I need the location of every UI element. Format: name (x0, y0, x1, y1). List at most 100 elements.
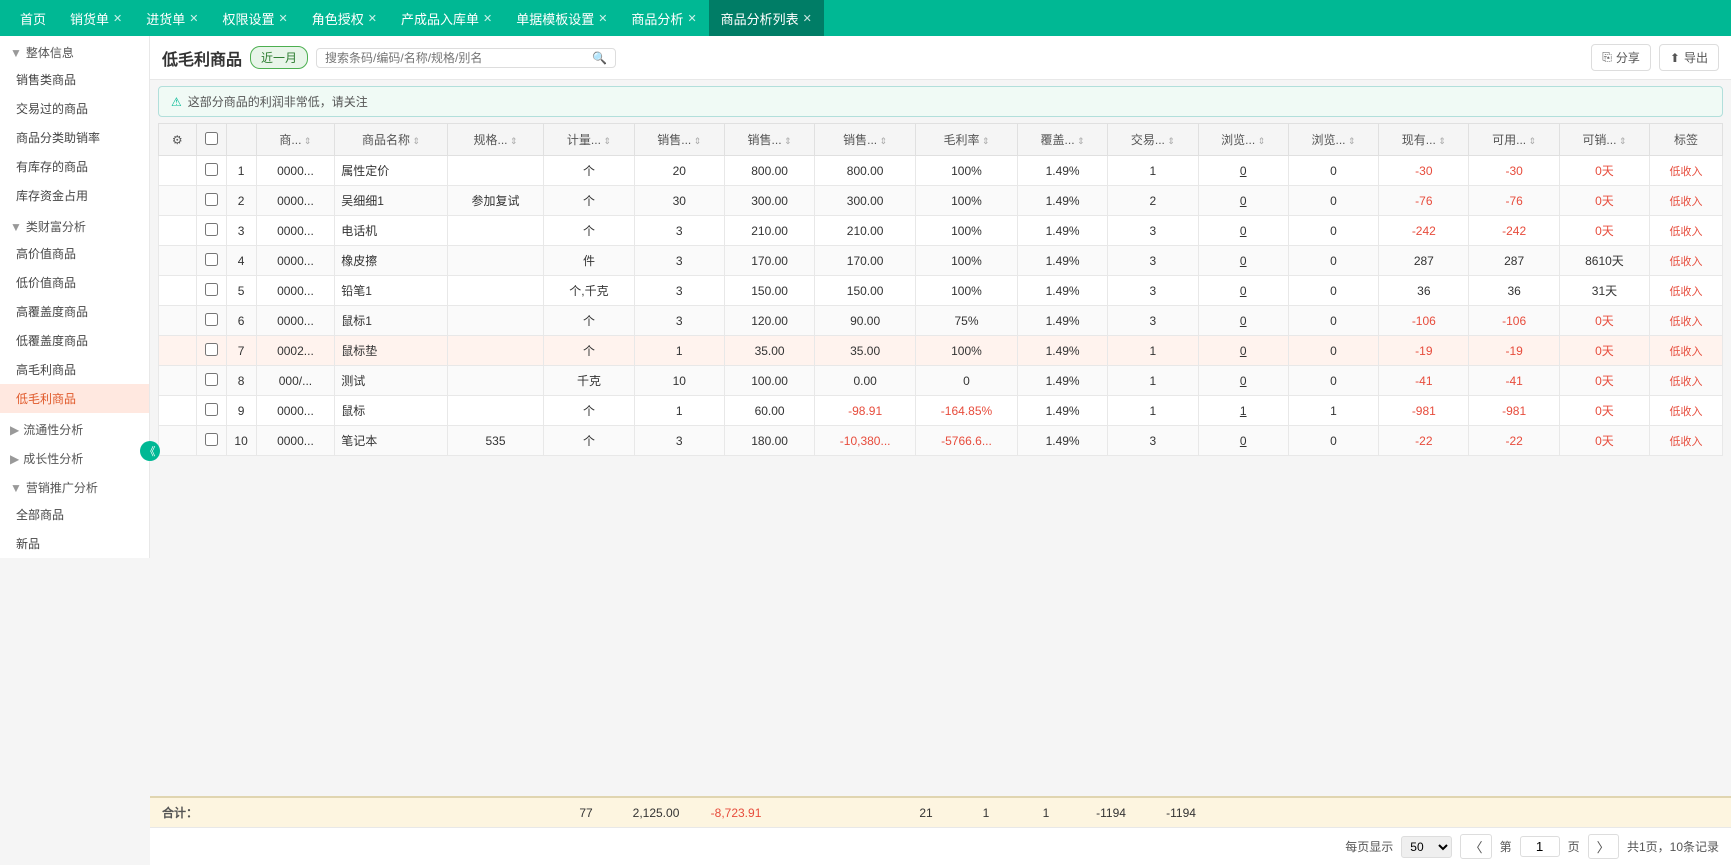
close-icon[interactable]: ✕ (803, 12, 812, 25)
share-button[interactable]: ⎘ 分享 (1591, 44, 1651, 71)
cell-checkbox[interactable] (196, 306, 226, 336)
close-icon[interactable]: ✕ (368, 12, 377, 25)
cell-views1[interactable]: 0 (1198, 216, 1288, 246)
cell-unit: 个 (544, 156, 634, 186)
row-checkbox[interactable] (205, 223, 218, 236)
nav-permission[interactable]: 权限设置 ✕ (210, 0, 299, 36)
col-code[interactable]: 商... (256, 124, 335, 156)
col-settings[interactable]: ⚙ (159, 124, 197, 156)
cell-checkbox[interactable] (196, 426, 226, 456)
cell-checkbox[interactable] (196, 276, 226, 306)
col-views1[interactable]: 浏览... (1198, 124, 1288, 156)
cell-tag: 低收入 (1650, 306, 1723, 336)
col-views2[interactable]: 浏览... (1288, 124, 1378, 156)
nav-template-settings[interactable]: 单据模板设置 ✕ (504, 0, 619, 36)
sidebar-item-traded-goods[interactable]: 交易过的商品 (0, 94, 149, 123)
col-tag[interactable]: 标签 (1650, 124, 1723, 156)
cell-views1[interactable]: 0 (1198, 426, 1288, 456)
sidebar-group-marketing[interactable]: ▼ 营销推广分析 (0, 471, 149, 500)
search-input[interactable] (325, 51, 592, 65)
cell-spec (447, 246, 544, 276)
row-checkbox[interactable] (205, 403, 218, 416)
filter-button[interactable]: 近一月 (250, 46, 308, 69)
cell-views1[interactable]: 1 (1198, 396, 1288, 426)
close-icon[interactable]: ✕ (687, 12, 696, 25)
sidebar-item-new-goods[interactable]: 新品 (0, 529, 149, 558)
col-coverage[interactable]: 覆盖... (1017, 124, 1107, 156)
col-sales-profit[interactable]: 销售... (815, 124, 916, 156)
next-page-button[interactable]: 〉 (1588, 834, 1619, 859)
col-name[interactable]: 商品名称 (335, 124, 447, 156)
page-number-input[interactable] (1520, 836, 1560, 857)
row-checkbox[interactable] (205, 343, 218, 356)
cell-checkbox[interactable] (196, 216, 226, 246)
col-spec[interactable]: 规格... (447, 124, 544, 156)
cell-checkbox[interactable] (196, 156, 226, 186)
col-checkbox[interactable] (196, 124, 226, 156)
cell-views1[interactable]: 0 (1198, 366, 1288, 396)
cell-views1[interactable]: 0 (1198, 246, 1288, 276)
row-checkbox[interactable] (205, 433, 218, 446)
col-sales-price[interactable]: 销售... (724, 124, 814, 156)
sidebar-item-high-value[interactable]: 高价值商品 (0, 239, 149, 268)
close-icon[interactable]: ✕ (483, 12, 492, 25)
row-checkbox[interactable] (205, 313, 218, 326)
nav-role-auth[interactable]: 角色授权 ✕ (300, 0, 389, 36)
row-checkbox[interactable] (205, 373, 218, 386)
cell-views1[interactable]: 0 (1198, 156, 1288, 186)
sidebar-group-wealth[interactable]: ▼ 类财富分析 (0, 210, 149, 239)
cell-views1[interactable]: 0 (1198, 186, 1288, 216)
col-sellable[interactable]: 可销... (1559, 124, 1649, 156)
nav-product-analysis[interactable]: 商品分析 ✕ (619, 0, 708, 36)
close-icon[interactable]: ✕ (279, 12, 288, 25)
cell-checkbox[interactable] (196, 246, 226, 276)
col-unit[interactable]: 计量... (544, 124, 634, 156)
export-button[interactable]: ⬆ 导出 (1659, 44, 1719, 71)
search-box: 🔍 (316, 48, 616, 68)
sidebar-item-sales-goods[interactable]: 销售类商品 (0, 65, 149, 94)
sidebar-item-all-goods[interactable]: 全部商品 (0, 500, 149, 529)
sidebar-item-high-coverage[interactable]: 高覆盖度商品 (0, 297, 149, 326)
close-icon[interactable]: ✕ (113, 12, 122, 25)
cell-views2: 0 (1288, 216, 1378, 246)
sidebar-item-low-value[interactable]: 低价值商品 (0, 268, 149, 297)
select-all-checkbox[interactable] (205, 132, 218, 145)
cell-no: 7 (226, 336, 256, 366)
nav-product-analysis-list[interactable]: 商品分析列表 ✕ (709, 0, 824, 36)
cell-views1[interactable]: 0 (1198, 336, 1288, 366)
row-checkbox[interactable] (205, 163, 218, 176)
search-icon[interactable]: 🔍 (592, 51, 607, 65)
sidebar-group-circulation[interactable]: ▶ 流通性分析 (0, 413, 149, 442)
sidebar-item-low-coverage[interactable]: 低覆盖度商品 (0, 326, 149, 355)
col-current-stock[interactable]: 现有... (1379, 124, 1469, 156)
col-transactions[interactable]: 交易... (1108, 124, 1198, 156)
sidebar-collapse-button[interactable]: 《 (140, 441, 160, 461)
sidebar-item-high-profit[interactable]: 高毛利商品 (0, 355, 149, 384)
prev-page-button[interactable]: 〈 (1460, 834, 1491, 859)
row-checkbox[interactable] (205, 193, 218, 206)
nav-product-inbound[interactable]: 产成品入库单 ✕ (389, 0, 504, 36)
cell-views1[interactable]: 0 (1198, 276, 1288, 306)
sidebar-item-stock-capital[interactable]: 库存资金占用 (0, 181, 149, 210)
cell-checkbox[interactable] (196, 396, 226, 426)
cell-checkbox[interactable] (196, 186, 226, 216)
col-available[interactable]: 可用... (1469, 124, 1559, 156)
col-sales-qty[interactable]: 销售... (634, 124, 724, 156)
sidebar-group-growth[interactable]: ▶ 成长性分析 (0, 442, 149, 471)
close-icon[interactable]: ✕ (189, 12, 198, 25)
sidebar-item-category-sales-rate[interactable]: 商品分类助销率 (0, 123, 149, 152)
sidebar-item-low-profit[interactable]: 低毛利商品 (0, 384, 149, 413)
cell-checkbox[interactable] (196, 336, 226, 366)
cell-checkbox[interactable] (196, 366, 226, 396)
close-icon[interactable]: ✕ (598, 12, 607, 25)
cell-views1[interactable]: 0 (1198, 306, 1288, 336)
nav-sales-order[interactable]: 销货单 ✕ (58, 0, 134, 36)
page-size-select[interactable]: 50 100 200 (1401, 836, 1452, 858)
row-checkbox[interactable] (205, 283, 218, 296)
row-checkbox[interactable] (205, 253, 218, 266)
sidebar-group-overall[interactable]: ▼ 整体信息 (0, 36, 149, 65)
sidebar-item-in-stock-goods[interactable]: 有库存的商品 (0, 152, 149, 181)
nav-purchase-order[interactable]: 进货单 ✕ (134, 0, 210, 36)
col-gross-rate[interactable]: 毛利率 (916, 124, 1018, 156)
nav-home[interactable]: 首页 (8, 0, 58, 36)
